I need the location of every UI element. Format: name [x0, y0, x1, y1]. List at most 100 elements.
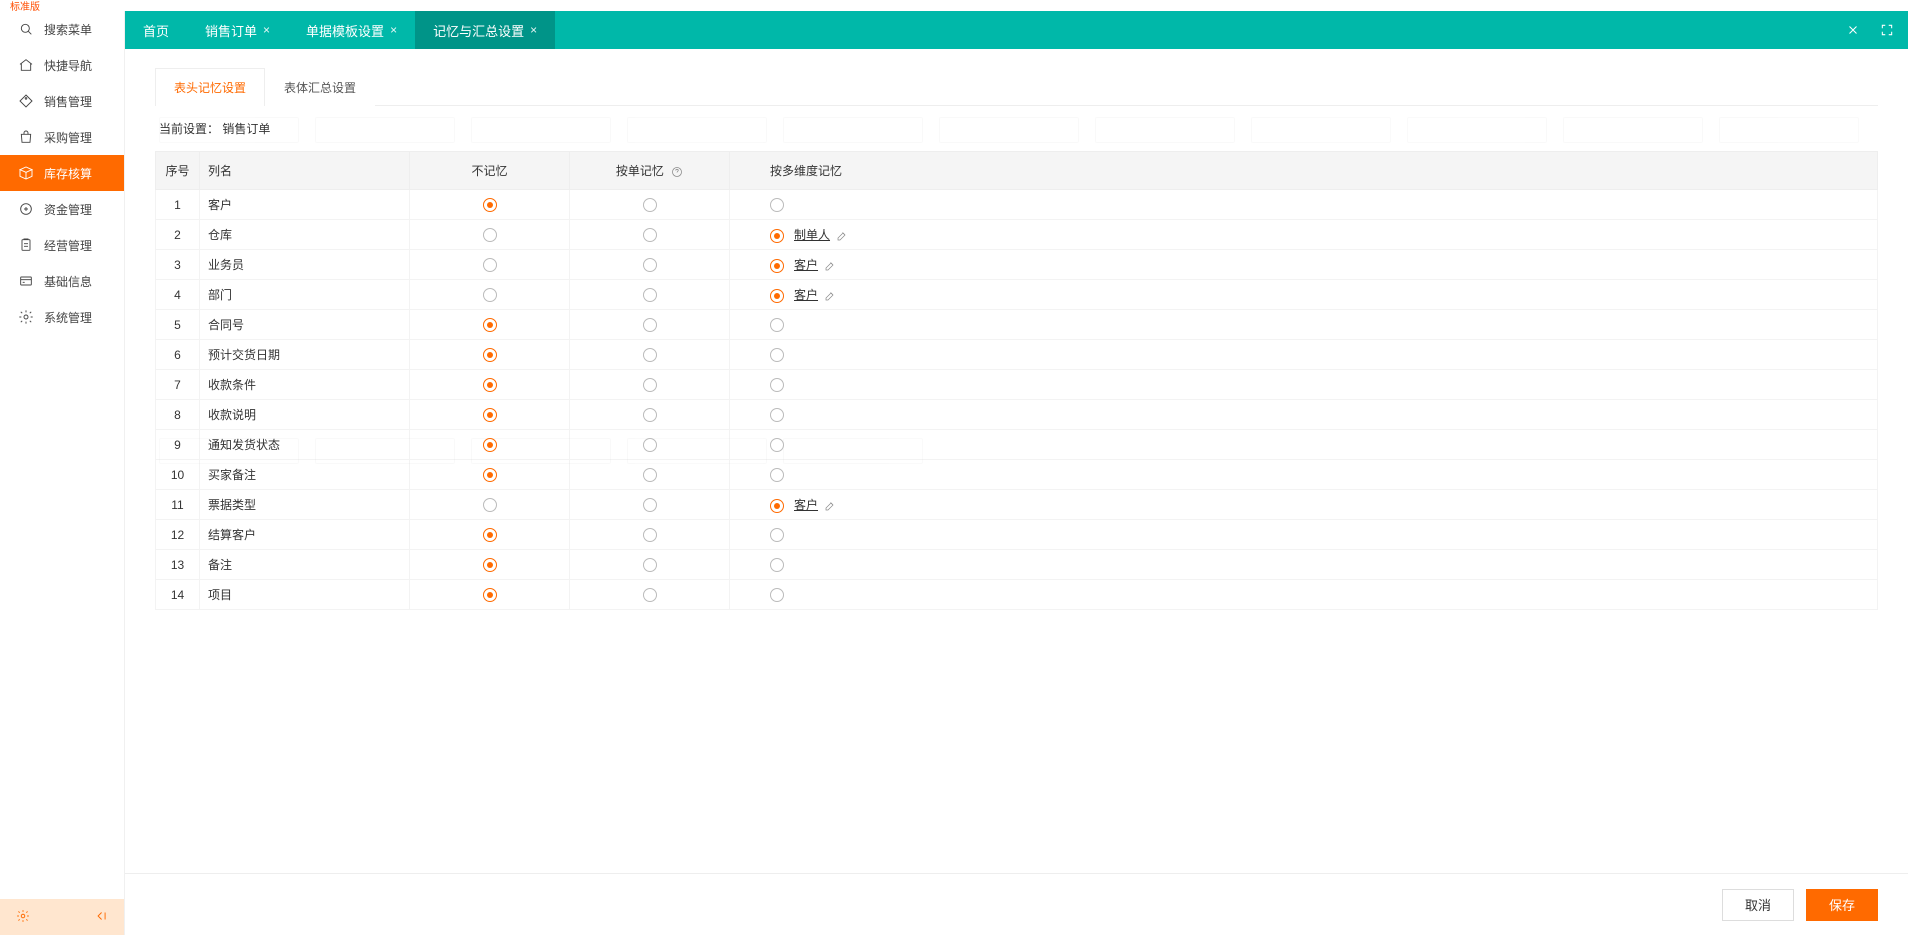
- sidebar-item-0[interactable]: 搜索菜单: [0, 11, 124, 47]
- cell-name: 收款说明: [200, 400, 410, 430]
- radio-a[interactable]: [483, 528, 497, 542]
- radio-a[interactable]: [483, 588, 497, 602]
- collapse-icon[interactable]: [94, 909, 108, 926]
- sidebar-item-label: 资金管理: [44, 201, 92, 218]
- radio-a[interactable]: [483, 348, 497, 362]
- radio-b[interactable]: [643, 438, 657, 452]
- sidebar-item-7[interactable]: 基础信息: [0, 263, 124, 299]
- radio-b[interactable]: [643, 348, 657, 362]
- table-row: 3业务员 客户: [156, 250, 1878, 280]
- radio-a[interactable]: [483, 408, 497, 422]
- tab-label: 单据模板设置: [306, 21, 384, 40]
- pencil-icon[interactable]: [824, 500, 836, 512]
- radio-a[interactable]: [483, 288, 497, 302]
- radio-c[interactable]: [770, 289, 784, 303]
- radio-a[interactable]: [483, 318, 497, 332]
- radio-a[interactable]: [483, 228, 497, 242]
- radio-a[interactable]: [483, 438, 497, 452]
- radio-a[interactable]: [483, 198, 497, 212]
- close-icon[interactable]: ×: [530, 23, 537, 37]
- inner-tabs: 表头记忆设置表体汇总设置: [155, 67, 1878, 106]
- radio-c[interactable]: [770, 198, 784, 212]
- radio-b[interactable]: [643, 228, 657, 242]
- radio-b[interactable]: [643, 558, 657, 572]
- sidebar-item-label: 经营管理: [44, 237, 92, 254]
- page-tabs: 首页销售订单×单据模板设置×记忆与汇总设置×: [125, 11, 1908, 49]
- cell-seq: 3: [156, 250, 200, 280]
- sidebar: 搜索菜单快捷导航销售管理采购管理库存核算资金管理经营管理基础信息系统管理: [0, 11, 125, 935]
- radio-b[interactable]: [643, 408, 657, 422]
- cell-name: 业务员: [200, 250, 410, 280]
- sidebar-item-label: 销售管理: [44, 93, 92, 110]
- radio-a[interactable]: [483, 558, 497, 572]
- sidebar-item-5[interactable]: 资金管理: [0, 191, 124, 227]
- close-all-icon[interactable]: [1840, 17, 1866, 43]
- radio-c[interactable]: [770, 558, 784, 572]
- cell-name: 收款条件: [200, 370, 410, 400]
- gear-icon: [18, 309, 34, 325]
- radio-c[interactable]: [770, 438, 784, 452]
- radio-c[interactable]: [770, 318, 784, 332]
- save-button[interactable]: 保存: [1806, 889, 1878, 921]
- fullscreen-icon[interactable]: [1874, 17, 1900, 43]
- dimension-link[interactable]: 客户: [794, 258, 818, 272]
- sidebar-item-2[interactable]: 销售管理: [0, 83, 124, 119]
- radio-c[interactable]: [770, 528, 784, 542]
- cell-name: 部门: [200, 280, 410, 310]
- radio-a[interactable]: [483, 258, 497, 272]
- page-tab-1[interactable]: 销售订单×: [187, 11, 288, 49]
- page-tab-2[interactable]: 单据模板设置 ×: [288, 11, 415, 49]
- table-row: 12结算客户: [156, 520, 1878, 550]
- search-icon: [18, 21, 34, 37]
- coin-icon: [18, 201, 34, 217]
- page-tab-0[interactable]: 首页: [125, 11, 187, 49]
- inner-tab-1[interactable]: 表体汇总设置: [265, 68, 375, 106]
- radio-c[interactable]: [770, 229, 784, 243]
- radio-b[interactable]: [643, 468, 657, 482]
- pencil-icon[interactable]: [824, 290, 836, 302]
- page-tab-3[interactable]: 记忆与汇总设置×: [415, 11, 555, 49]
- radio-b[interactable]: [643, 288, 657, 302]
- pencil-icon[interactable]: [824, 260, 836, 272]
- pencil-icon[interactable]: [836, 230, 848, 242]
- radio-b[interactable]: [643, 318, 657, 332]
- cell-seq: 6: [156, 340, 200, 370]
- radio-c[interactable]: [770, 378, 784, 392]
- radio-b[interactable]: [643, 528, 657, 542]
- dimension-link[interactable]: 客户: [794, 498, 818, 512]
- radio-b[interactable]: [643, 588, 657, 602]
- sidebar-footer: [0, 899, 124, 935]
- sidebar-item-4[interactable]: 库存核算: [0, 155, 124, 191]
- radio-c[interactable]: [770, 468, 784, 482]
- sidebar-item-8[interactable]: 系统管理: [0, 299, 124, 335]
- cell-name: 合同号: [200, 310, 410, 340]
- cell-seq: 7: [156, 370, 200, 400]
- radio-a[interactable]: [483, 468, 497, 482]
- radio-c[interactable]: [770, 408, 784, 422]
- radio-b[interactable]: [643, 198, 657, 212]
- radio-c[interactable]: [770, 348, 784, 362]
- sidebar-item-3[interactable]: 采购管理: [0, 119, 124, 155]
- topbar: 标准版: [0, 0, 1908, 11]
- tab-label: 首页: [143, 21, 169, 40]
- inner-tab-0[interactable]: 表头记忆设置: [155, 68, 265, 106]
- cell-name: 预计交货日期: [200, 340, 410, 370]
- gear-icon[interactable]: [16, 909, 30, 926]
- radio-b[interactable]: [643, 258, 657, 272]
- radio-c[interactable]: [770, 499, 784, 513]
- radio-a[interactable]: [483, 378, 497, 392]
- close-icon[interactable]: ×: [263, 23, 270, 37]
- help-icon[interactable]: [671, 166, 683, 178]
- radio-b[interactable]: [643, 498, 657, 512]
- cancel-button[interactable]: 取消: [1722, 889, 1794, 921]
- radio-c[interactable]: [770, 588, 784, 602]
- sidebar-item-1[interactable]: 快捷导航: [0, 47, 124, 83]
- dimension-link[interactable]: 客户: [794, 288, 818, 302]
- radio-c[interactable]: [770, 259, 784, 273]
- close-icon[interactable]: ×: [390, 23, 397, 37]
- radio-a[interactable]: [483, 498, 497, 512]
- sidebar-item-label: 采购管理: [44, 129, 92, 146]
- sidebar-item-6[interactable]: 经营管理: [0, 227, 124, 263]
- dimension-link[interactable]: 制单人: [794, 228, 830, 242]
- radio-b[interactable]: [643, 378, 657, 392]
